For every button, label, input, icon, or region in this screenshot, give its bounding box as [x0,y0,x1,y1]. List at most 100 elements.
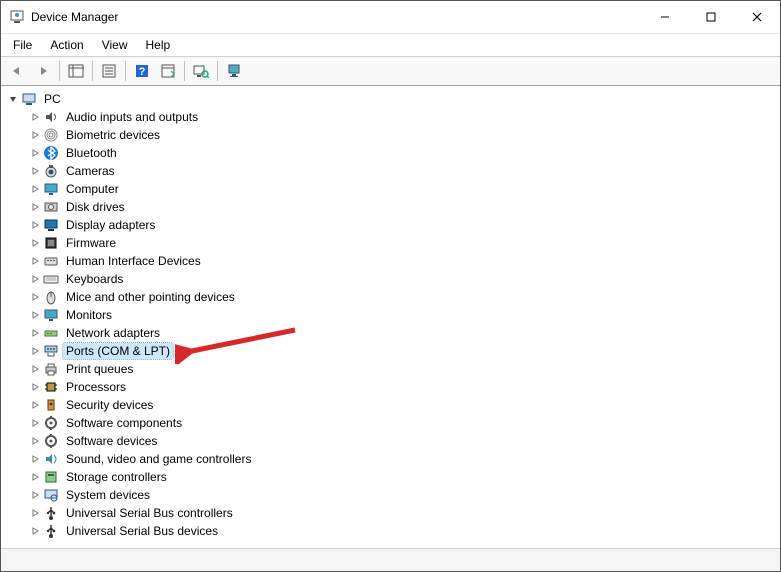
tree-node-camera[interactable]: Cameras [3,162,780,180]
tree-node-label: Display adapters [63,217,158,233]
devices-and-printers-button[interactable] [222,59,246,83]
monitor-icon [43,181,59,197]
menu-view[interactable]: View [94,36,136,54]
menu-help[interactable]: Help [138,36,179,54]
menu-action[interactable]: Action [42,36,91,54]
tree-root-node[interactable]: PC [3,90,780,108]
expand-arrow-icon[interactable] [29,525,41,537]
system-icon [43,487,59,503]
tree-node-port[interactable]: Ports (COM & LPT) [3,342,780,360]
minimize-button[interactable] [642,1,688,33]
expand-arrow-icon[interactable] [29,453,41,465]
tree-node-mouse[interactable]: Mice and other pointing devices [3,288,780,306]
close-button[interactable] [734,1,780,33]
scan-hardware-button[interactable] [189,59,213,83]
expand-arrow-icon[interactable] [29,345,41,357]
tree-node-label: Storage controllers [63,469,170,485]
tree-node-disk[interactable]: Disk drives [3,198,780,216]
expand-arrow-icon[interactable] [29,309,41,321]
expand-arrow-icon[interactable] [29,111,41,123]
tree-node-printer[interactable]: Print queues [3,360,780,378]
tree-node-bluetooth[interactable]: Bluetooth [3,144,780,162]
help-button[interactable]: ? [130,59,154,83]
expand-arrow-icon[interactable] [29,435,41,447]
firmware-icon [43,235,59,251]
tree-node-label: Monitors [63,307,115,323]
expand-arrow-icon[interactable] [29,201,41,213]
monitor2-icon [43,307,59,323]
expand-arrow-icon[interactable] [29,219,41,231]
expand-arrow-icon[interactable] [29,471,41,483]
action-list-button[interactable] [156,59,180,83]
tree-node-monitor[interactable]: Computer [3,180,780,198]
tree-node-label: Human Interface Devices [63,253,204,269]
tree-node-network[interactable]: Network adapters [3,324,780,342]
tree-node-security[interactable]: Security devices [3,396,780,414]
expand-arrow-icon[interactable] [29,129,41,141]
tree-node-display[interactable]: Display adapters [3,216,780,234]
storage-icon [43,469,59,485]
expand-arrow-icon[interactable] [29,327,41,339]
tree-node-label: Bluetooth [63,145,120,161]
titlebar: Device Manager [1,1,780,34]
menu-file[interactable]: File [5,36,40,54]
app-icon [9,9,25,25]
tree-node-sound[interactable]: Sound, video and game controllers [3,450,780,468]
expand-arrow-icon[interactable] [29,237,41,249]
tree-node-label: System devices [63,487,153,503]
tree-node-system[interactable]: System devices [3,486,780,504]
properties-button[interactable] [97,59,121,83]
device-tree[interactable]: PCAudio inputs and outputsBiometric devi… [1,86,780,548]
tree-node-label: Network adapters [63,325,163,341]
expand-arrow-icon[interactable] [29,165,41,177]
expand-arrow-icon[interactable] [29,291,41,303]
usb2-icon [43,523,59,539]
expand-arrow-icon[interactable] [29,363,41,375]
expand-arrow-icon[interactable] [29,273,41,285]
expand-arrow-icon[interactable] [7,93,19,105]
disk-icon [43,199,59,215]
tree-node-keyboard[interactable]: Keyboards [3,270,780,288]
display-icon [43,217,59,233]
port-icon [43,343,59,359]
expand-arrow-icon[interactable] [29,417,41,429]
expand-arrow-icon[interactable] [29,399,41,411]
tree-node-audio[interactable]: Audio inputs and outputs [3,108,780,126]
tree-node-label: Audio inputs and outputs [63,109,201,125]
tree-node-label: Computer [63,181,122,197]
tree-node-label: Universal Serial Bus controllers [63,505,236,521]
expand-arrow-icon[interactable] [29,147,41,159]
computer-icon [21,91,37,107]
expand-arrow-icon[interactable] [29,255,41,267]
expand-arrow-icon[interactable] [29,507,41,519]
tree-node-usb2[interactable]: Universal Serial Bus devices [3,522,780,540]
tree-node-software[interactable]: Software components [3,414,780,432]
tree-node-label: Universal Serial Bus devices [63,523,221,539]
expand-arrow-icon[interactable] [29,381,41,393]
tree-node-storage[interactable]: Storage controllers [3,468,780,486]
tree-node-label: Mice and other pointing devices [63,289,238,305]
forward-button[interactable] [31,59,55,83]
expand-arrow-icon[interactable] [29,183,41,195]
window-title: Device Manager [31,10,118,24]
show-hide-tree-button[interactable] [64,59,88,83]
tree-node-label: Disk drives [63,199,128,215]
tree-node-cpu[interactable]: Processors [3,378,780,396]
security-icon [43,397,59,413]
printer-icon [43,361,59,377]
audio-icon [43,109,59,125]
tree-node-label: Ports (COM & LPT) [63,343,173,359]
toolbar-separator [184,61,185,81]
tree-node-fingerprint[interactable]: Biometric devices [3,126,780,144]
expand-arrow-icon[interactable] [29,489,41,501]
tree-node-software2[interactable]: Software devices [3,432,780,450]
camera-icon [43,163,59,179]
tree-node-label: Firmware [63,235,119,251]
tree-node-usb[interactable]: Universal Serial Bus controllers [3,504,780,522]
tree-node-firmware[interactable]: Firmware [3,234,780,252]
back-button[interactable] [5,59,29,83]
maximize-button[interactable] [688,1,734,33]
tree-node-monitor2[interactable]: Monitors [3,306,780,324]
tree-node-hid[interactable]: Human Interface Devices [3,252,780,270]
cpu-icon [43,379,59,395]
